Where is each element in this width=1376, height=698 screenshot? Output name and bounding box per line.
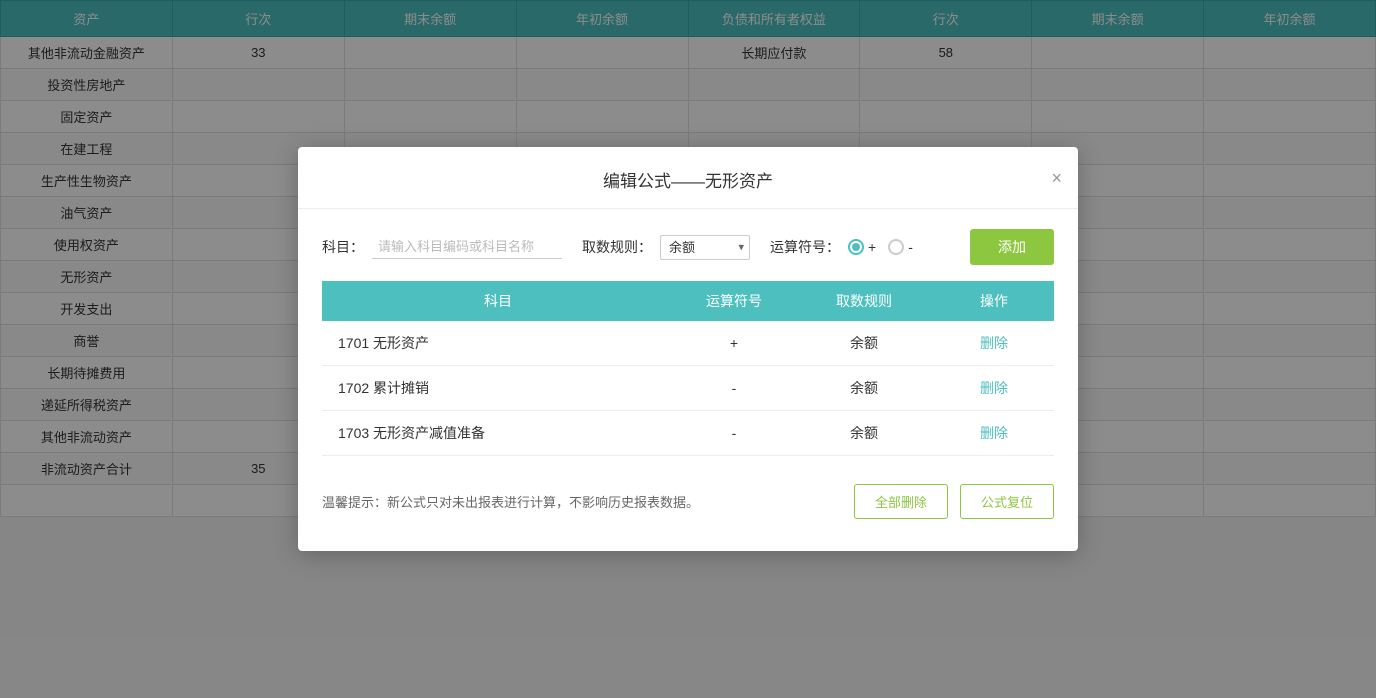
table-row: 1703 无形资产减值准备-余额 删除 — [322, 411, 1054, 456]
subject-cell: 1702 累计摊销 — [322, 366, 674, 411]
rule-cell: 余额 — [794, 366, 934, 411]
col-rule: 取数规则 — [794, 281, 934, 321]
rule-cell: 余额 — [794, 411, 934, 456]
operator-minus-radio[interactable] — [888, 239, 904, 255]
modal-overlay: 编辑公式——无形资产 × 科目： 取数规则： 余额借方贷方借方发生额贷方发生额 … — [0, 0, 1376, 698]
operator-group: 运算符号： + - — [770, 237, 913, 257]
rule-cell: 余额 — [794, 321, 934, 366]
rule-label: 取数规则： — [582, 237, 652, 257]
operator-label: 运算符号： — [770, 237, 840, 257]
add-button[interactable]: 添加 — [970, 229, 1054, 265]
operator-minus-label: - — [908, 239, 913, 255]
rule-select[interactable]: 余额借方贷方借方发生额贷方发生额 — [660, 235, 750, 260]
modal-title: 编辑公式——无形资产 — [603, 172, 773, 191]
modal-header: 编辑公式——无形资产 × — [298, 147, 1078, 209]
subject-cell: 1703 无形资产减值准备 — [322, 411, 674, 456]
action-cell: 删除 — [934, 411, 1054, 456]
table-row: 1702 累计摊销-余额 删除 — [322, 366, 1054, 411]
operator-radio-group: + - — [848, 239, 913, 255]
action-cell: 删除 — [934, 366, 1054, 411]
data-table: 科目 运算符号 取数规则 操作 1701 无形资产+余额删除1702 累计摊销-… — [322, 281, 1054, 456]
data-table-wrap: 科目 运算符号 取数规则 操作 1701 无形资产+余额删除1702 累计摊销-… — [322, 281, 1054, 456]
action-cell: 删除 — [934, 321, 1054, 366]
delete-row-button[interactable]: 删除 — [980, 378, 1008, 398]
delete-row-button[interactable]: 删除 — [980, 423, 1008, 443]
modal-close-button[interactable]: × — [1051, 169, 1062, 187]
subject-cell: 1701 无形资产 — [322, 321, 674, 366]
col-subject: 科目 — [322, 281, 674, 321]
col-action: 操作 — [934, 281, 1054, 321]
subject-group: 科目： — [322, 235, 562, 259]
operator-cell: - — [674, 366, 794, 411]
operator-cell: - — [674, 411, 794, 456]
reset-button[interactable]: 公式复位 — [960, 484, 1054, 519]
modal-dialog: 编辑公式——无形资产 × 科目： 取数规则： 余额借方贷方借方发生额贷方发生额 … — [298, 147, 1078, 551]
rule-select-wrap: 余额借方贷方借方发生额贷方发生额 — [660, 235, 750, 260]
hint-row: 温馨提示：新公式只对未出报表进行计算，不影响历史报表数据。 全部删除 公式复位 — [298, 472, 1078, 531]
col-operator: 运算符号 — [674, 281, 794, 321]
operator-minus-option[interactable]: - — [888, 239, 913, 255]
table-row: 1701 无形资产+余额 删除 — [322, 321, 1054, 366]
form-row: 科目： 取数规则： 余额借方贷方借方发生额贷方发生额 运算符号： + — [298, 209, 1078, 281]
operator-plus-radio[interactable] — [848, 239, 864, 255]
footer-buttons: 全部删除 公式复位 — [854, 484, 1054, 519]
operator-plus-option[interactable]: + — [848, 239, 876, 255]
subject-input[interactable] — [372, 235, 562, 259]
delete-row-button[interactable]: 删除 — [980, 333, 1008, 353]
delete-all-button[interactable]: 全部删除 — [854, 484, 948, 519]
rule-group: 取数规则： 余额借方贷方借方发生额贷方发生额 — [582, 235, 750, 260]
operator-plus-label: + — [868, 239, 876, 255]
hint-text: 温馨提示：新公式只对未出报表进行计算，不影响历史报表数据。 — [322, 492, 699, 511]
subject-label: 科目： — [322, 237, 364, 257]
operator-cell: + — [674, 321, 794, 366]
